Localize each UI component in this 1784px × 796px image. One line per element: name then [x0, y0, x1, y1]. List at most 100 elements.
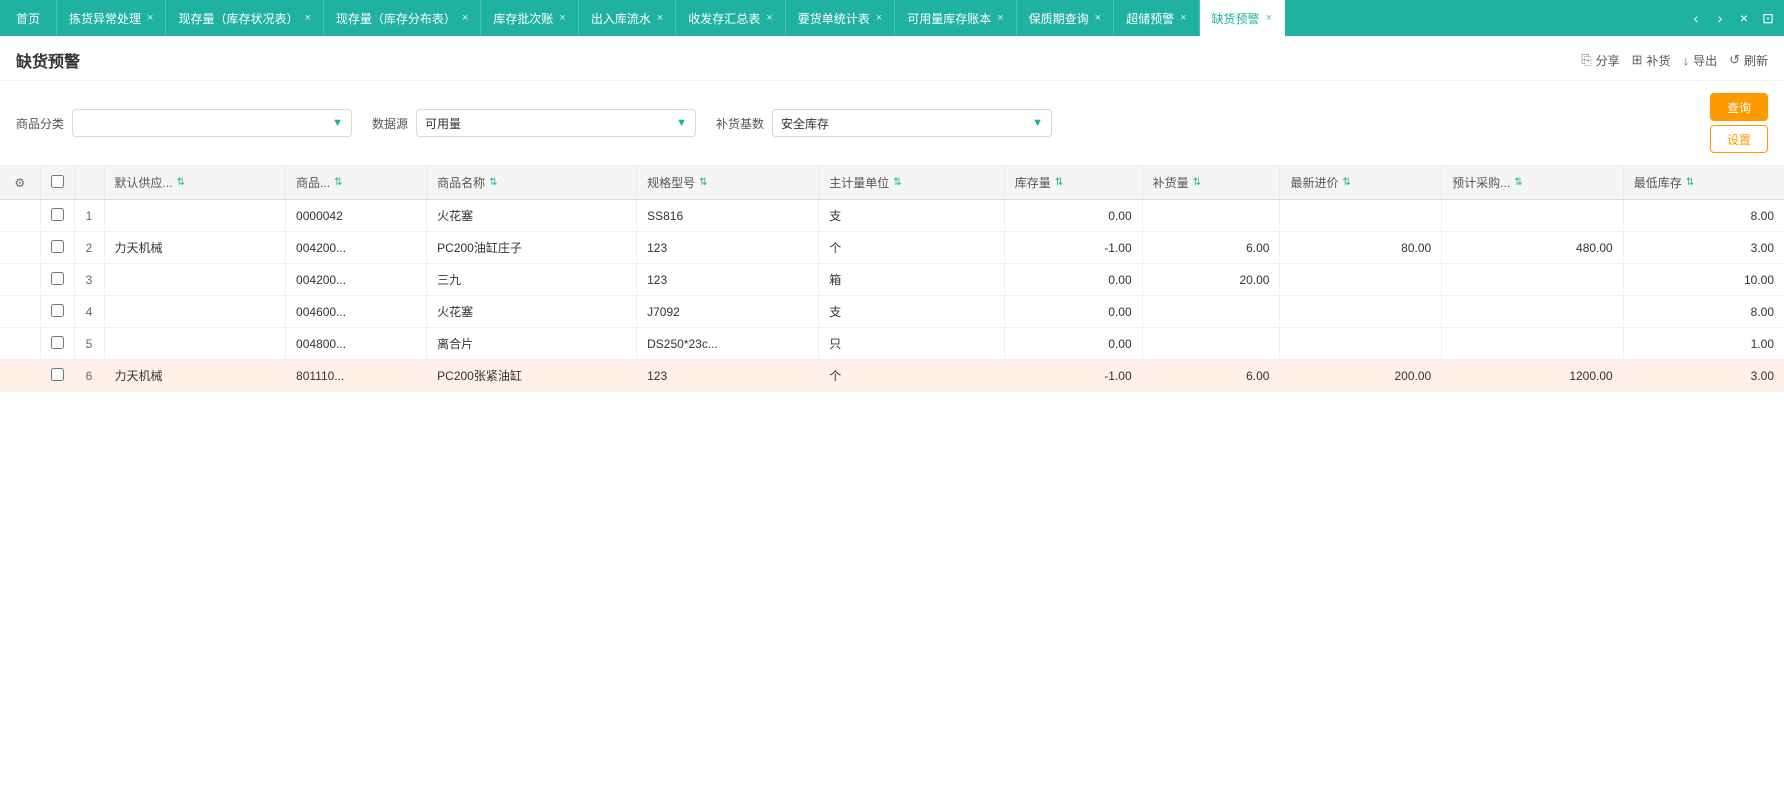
- row-gear-cell: [0, 264, 40, 296]
- category-select[interactable]: ▼: [72, 109, 352, 137]
- tab-exception[interactable]: 拣货异常处理 ×: [57, 0, 166, 36]
- settings-button[interactable]: 设置: [1710, 125, 1768, 153]
- close-overstock-tab[interactable]: ×: [1180, 12, 1186, 24]
- row-gear-cell: [0, 360, 40, 392]
- sort-price-icon: ⇅: [1343, 177, 1351, 188]
- row-replenish-qty: 6.00: [1142, 360, 1280, 392]
- row-checkbox-1[interactable]: [51, 240, 64, 253]
- th-spec[interactable]: 规格型号 ⇅: [637, 166, 819, 200]
- close-order-stats-tab[interactable]: ×: [876, 12, 882, 24]
- replenish-btn[interactable]: ⊞ 补货: [1632, 52, 1671, 69]
- page-header: 缺货预警 ⎘ 分享 ⊞ 补货 ↓ 导出 ↺ 刷新: [0, 36, 1784, 81]
- row-gear-cell: [0, 328, 40, 360]
- th-est-purchase[interactable]: 预计采购... ⇅: [1442, 166, 1624, 200]
- sort-min-stock-icon: ⇅: [1686, 177, 1694, 188]
- row-min-stock: 3.00: [1623, 232, 1784, 264]
- header-actions: ⎘ 分享 ⊞ 补货 ↓ 导出 ↺ 刷新: [1581, 52, 1768, 69]
- th-unit[interactable]: 主计量单位 ⇅: [819, 166, 1005, 200]
- row-checkbox-2[interactable]: [51, 272, 64, 285]
- th-product-name[interactable]: 商品名称 ⇅: [427, 166, 637, 200]
- row-number: 4: [74, 296, 104, 328]
- th-replenish-qty[interactable]: 补货量 ⇅: [1142, 166, 1280, 200]
- row-spec: 123: [637, 264, 819, 296]
- tab-inventory-status[interactable]: 现存量（库存状况表） ×: [166, 0, 323, 36]
- row-gear-cell: [0, 232, 40, 264]
- sort-unit-icon: ⇅: [893, 177, 901, 188]
- row-number: 6: [74, 360, 104, 392]
- row-checkbox-4[interactable]: [51, 336, 64, 349]
- close-expiry-query-tab[interactable]: ×: [1095, 12, 1101, 24]
- tab-batch-account[interactable]: 库存批次账 ×: [481, 0, 578, 36]
- tab-fullscreen-btn[interactable]: ⊡: [1756, 6, 1780, 30]
- close-inventory-status-tab[interactable]: ×: [304, 12, 310, 24]
- query-button[interactable]: 查询: [1710, 93, 1768, 121]
- row-product-code: 801110...: [286, 360, 427, 392]
- row-spec: 123: [637, 232, 819, 264]
- row-checkbox-0[interactable]: [51, 208, 64, 221]
- tab-home[interactable]: 首页: [0, 0, 57, 36]
- close-exception-tab[interactable]: ×: [147, 12, 153, 24]
- th-product-code[interactable]: 商品... ⇅: [286, 166, 427, 200]
- th-default-supplier[interactable]: 默认供应... ⇅: [104, 166, 286, 200]
- tab-order-stats[interactable]: 要货单统计表 ×: [786, 0, 895, 36]
- tab-close-btn[interactable]: ×: [1732, 6, 1756, 30]
- row-checkbox-cell: [40, 328, 74, 360]
- row-latest-price: 80.00: [1280, 232, 1442, 264]
- tab-receive-summary[interactable]: 收发存汇总表 ×: [676, 0, 785, 36]
- refresh-btn[interactable]: ↺ 刷新: [1729, 52, 1768, 69]
- category-label: 商品分类: [16, 115, 64, 132]
- th-min-stock[interactable]: 最低库存 ⇅: [1623, 166, 1784, 200]
- select-all-checkbox[interactable]: [51, 175, 64, 188]
- row-min-stock: 8.00: [1623, 296, 1784, 328]
- close-inout-flow-tab[interactable]: ×: [657, 12, 663, 24]
- th-latest-price[interactable]: 最新进价 ⇅: [1280, 166, 1442, 200]
- export-btn[interactable]: ↓ 导出: [1683, 52, 1718, 69]
- export-icon: ↓: [1683, 53, 1690, 68]
- close-receive-summary-tab[interactable]: ×: [766, 12, 772, 24]
- row-stock-qty: 0.00: [1004, 296, 1142, 328]
- th-stock-qty[interactable]: 库存量 ⇅: [1004, 166, 1142, 200]
- main-content: 缺货预警 ⎘ 分享 ⊞ 补货 ↓ 导出 ↺ 刷新 商品分类: [0, 36, 1784, 796]
- datasource-label: 数据源: [372, 115, 408, 132]
- tab-overstock[interactable]: 超储预警 ×: [1114, 0, 1199, 36]
- table-row: 3 004200... 三九 123 箱 0.00 20.00 10.00: [0, 264, 1784, 296]
- tab-available-ledger[interactable]: 可用量库存账本 ×: [895, 0, 1016, 36]
- row-unit: 支: [819, 296, 1005, 328]
- row-latest-price: 200.00: [1280, 360, 1442, 392]
- sort-spec-icon: ⇅: [699, 177, 707, 188]
- replenish-base-select-arrow: ▼: [1032, 117, 1043, 129]
- tab-shortage[interactable]: 缺货预警 ×: [1200, 0, 1285, 36]
- row-latest-price: [1280, 200, 1442, 232]
- tab-inout-flow[interactable]: 出入库流水 ×: [579, 0, 676, 36]
- row-stock-qty: -1.00: [1004, 360, 1142, 392]
- row-replenish-qty: [1142, 328, 1280, 360]
- row-product-name: PC200油缸庄子: [427, 232, 637, 264]
- row-number: 1: [74, 200, 104, 232]
- row-supplier: 力天机械: [104, 232, 286, 264]
- tab-prev-btn[interactable]: ‹: [1684, 6, 1708, 30]
- close-available-ledger-tab[interactable]: ×: [997, 12, 1003, 24]
- row-stock-qty: 0.00: [1004, 328, 1142, 360]
- table-row: 6 力天机械 801110... PC200张紧油缸 123 个 -1.00 6…: [0, 360, 1784, 392]
- gear-settings-icon[interactable]: ⚙: [14, 176, 25, 190]
- row-checkbox-cell: [40, 296, 74, 328]
- replenish-base-select[interactable]: 安全库存 ▼: [772, 109, 1052, 137]
- row-checkbox-5[interactable]: [51, 368, 64, 381]
- close-shortage-tab[interactable]: ×: [1266, 12, 1272, 24]
- share-btn[interactable]: ⎘ 分享: [1581, 52, 1619, 69]
- table-row: 2 力天机械 004200... PC200油缸庄子 123 个 -1.00 6…: [0, 232, 1784, 264]
- tab-expiry-query[interactable]: 保质期查询 ×: [1017, 0, 1114, 36]
- row-min-stock: 8.00: [1623, 200, 1784, 232]
- tab-inventory-dist[interactable]: 现存量（库存分布表） ×: [324, 0, 481, 36]
- row-unit: 个: [819, 360, 1005, 392]
- row-checkbox-3[interactable]: [51, 304, 64, 317]
- tab-next-btn[interactable]: ›: [1708, 6, 1732, 30]
- row-product-name: 火花塞: [427, 296, 637, 328]
- row-spec: 123: [637, 360, 819, 392]
- filter-category-group: 商品分类 ▼: [16, 109, 352, 137]
- row-number: 3: [74, 264, 104, 296]
- close-batch-account-tab[interactable]: ×: [559, 12, 565, 24]
- th-gear: ⚙: [0, 166, 40, 200]
- datasource-select[interactable]: 可用量 ▼: [416, 109, 696, 137]
- close-inventory-dist-tab[interactable]: ×: [462, 12, 468, 24]
